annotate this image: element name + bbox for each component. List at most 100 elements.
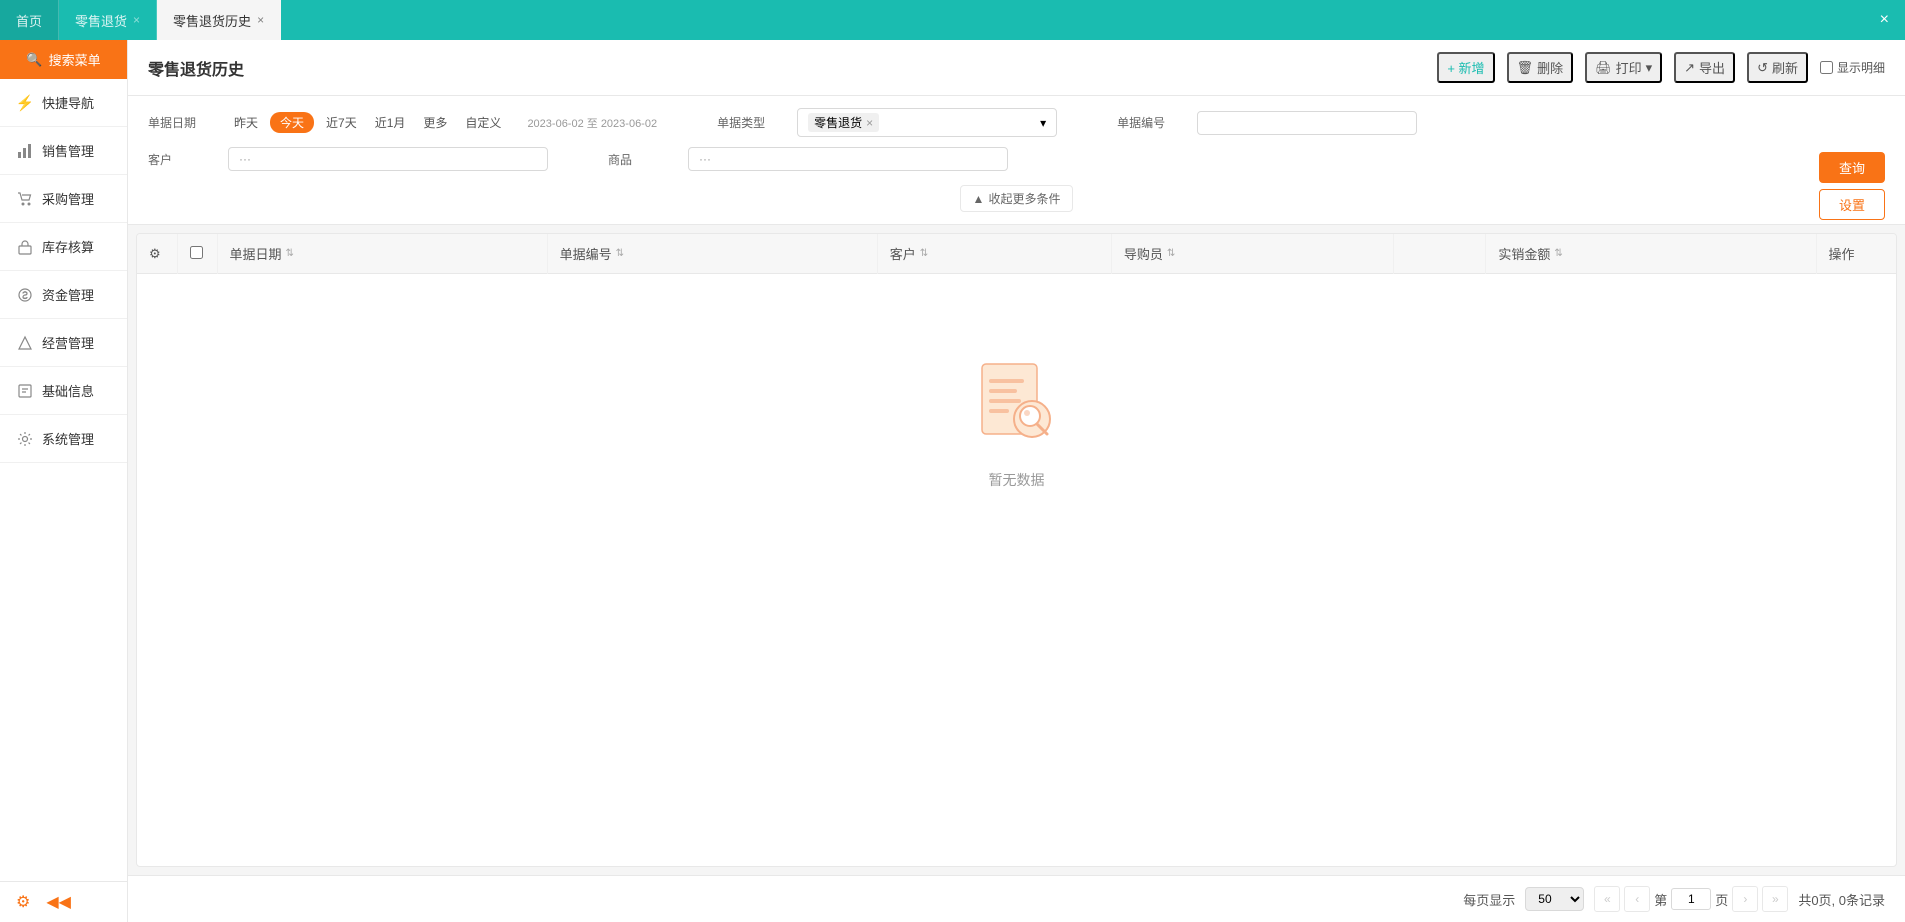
th-guide[interactable]: 导购员 ⇅ [1111,234,1393,274]
collapse-label: 收起更多条件 [988,190,1060,207]
sidebar-item-operation-label: 经营管理 [42,333,94,352]
th-date-label: 单据日期 [230,244,282,263]
display-detail-checkbox[interactable] [1820,61,1833,74]
export-icon: ↗ [1684,60,1695,76]
system-icon [16,430,34,448]
th-date[interactable]: 单据日期 ⇅ [217,234,547,274]
settings-button[interactable]: 设置 [1819,189,1885,220]
empty-state-icon [967,354,1067,454]
filter-row-2: 客户 ··· 商品 ··· [148,147,1885,171]
date-btn-more[interactable]: 更多 [417,112,453,133]
tab-list: 首页 零售退货 × 零售退货历史 × [0,0,1864,40]
search-icon: 🔍 [26,52,42,68]
filter-row-1: 单据日期 昨天 今天 近7天 近1月 更多 自定义 2023-06-02 至 2… [148,108,1885,137]
date-btn-yesterday[interactable]: 昨天 [228,112,264,133]
delete-button[interactable]: 🗑 删除 [1507,52,1574,83]
collapse-icon: ▲ [973,192,985,206]
settings-bottom-icon[interactable]: ⚙ [16,892,30,912]
th-customer[interactable]: 客户 ⇅ [877,234,1111,274]
sidebar-item-purchase[interactable]: 采购管理 [0,175,127,223]
voucher-filter-input[interactable] [1197,111,1417,135]
data-table: ⚙ 单据日期 ⇅ 单据编号 [137,234,1896,570]
next-page-button[interactable]: › [1732,886,1758,912]
collapse-conditions-button[interactable]: ▲ 收起更多条件 [960,185,1074,212]
sort-customer-icon: ⇅ [920,248,928,259]
window-close-button[interactable]: × [1864,11,1905,29]
th-checkbox[interactable] [177,234,217,274]
last-page-button[interactable]: » [1762,886,1788,912]
goods-dots: ··· [699,152,711,166]
sidebar-bottom: ⚙ ◀◀ [0,881,127,922]
delete-label: 删除 [1537,58,1563,77]
sidebar-item-quick-nav[interactable]: ⚡ 快捷导航 [0,79,127,127]
query-button[interactable]: 查询 [1819,152,1885,183]
display-detail-label: 显示明细 [1837,59,1885,76]
sidebar-item-operation[interactable]: 经营管理 [0,319,127,367]
th-number[interactable]: 单据编号 ⇅ [547,234,877,274]
customer-filter-select[interactable]: ··· [228,147,548,171]
th-spacer [1394,234,1486,274]
empty-state: 暂无数据 [137,274,1896,570]
sidebar-item-inventory[interactable]: 库存核算 [0,223,127,271]
th-customer-label: 客户 [890,244,916,263]
filter-area: 单据日期 昨天 今天 近7天 近1月 更多 自定义 2023-06-02 至 2… [128,96,1905,225]
prev-page-button[interactable]: ‹ [1624,886,1650,912]
tab-retail-return-history-close[interactable]: × [257,13,264,27]
customer-dots: ··· [239,152,251,166]
delete-icon: 🗑 [1517,60,1534,76]
th-settings[interactable]: ⚙ [137,234,177,274]
sort-amount[interactable]: 实销金额 ⇅ [1498,244,1803,263]
per-page-label: 每页显示 [1463,890,1515,909]
th-amount[interactable]: 实销金额 ⇅ [1486,234,1816,274]
tab-retail-return-history[interactable]: 零售退货历史 × [157,0,281,40]
date-btn-1month[interactable]: 近1月 [369,112,412,133]
tab-retail-return[interactable]: 零售退货 × [59,0,157,40]
date-btn-custom[interactable]: 自定义 [459,112,507,133]
sort-number[interactable]: 单据编号 ⇅ [560,244,865,263]
tab-retail-return-close[interactable]: × [133,13,140,27]
select-all-checkbox[interactable] [190,246,203,259]
sidebar-item-basic-info[interactable]: 基础信息 [0,367,127,415]
first-page-button[interactable]: « [1594,886,1620,912]
sort-date[interactable]: 单据日期 ⇅ [230,244,535,263]
tab-home[interactable]: 首页 [0,0,59,40]
date-btn-today[interactable]: 今天 [270,112,314,133]
display-detail-toggle[interactable]: 显示明细 [1820,59,1885,76]
goods-filter-select[interactable]: ··· [688,147,1008,171]
type-filter-select[interactable]: 零售退货 × ▾ [797,108,1057,137]
sales-icon [16,142,34,160]
sidebar-item-finance[interactable]: 资金管理 [0,271,127,319]
per-page-select[interactable]: 50 100 200 [1525,887,1584,911]
audio-bottom-icon[interactable]: ◀◀ [46,892,71,912]
sidebar-item-system[interactable]: 系统管理 [0,415,127,463]
sort-customer[interactable]: 客户 ⇅ [890,244,1099,263]
sidebar-item-sales[interactable]: 销售管理 [0,127,127,175]
date-btn-7days[interactable]: 近7天 [320,112,363,133]
sort-guide-icon: ⇅ [1167,248,1175,259]
refresh-label: 刷新 [1772,58,1798,77]
print-button[interactable]: 🖨 打印 ▾ [1585,52,1662,83]
content-area: 零售退货历史 + 新增 🗑 删除 🖨 打印 ▾ ↗ 导出 ↺ [128,40,1905,922]
sort-guide[interactable]: 导购员 ⇅ [1124,244,1381,263]
purchase-icon [16,190,34,208]
type-tag-remove[interactable]: × [866,116,873,130]
page-nav: « ‹ 第 页 › » [1594,886,1788,912]
toolbar: + 新增 🗑 删除 🖨 打印 ▾ ↗ 导出 ↺ 刷新 [1437,52,1885,83]
print-label: 打印 [1616,58,1642,77]
th-action: 操作 [1816,234,1896,274]
sidebar-search[interactable]: 🔍 搜索菜单 [0,40,127,79]
main-layout: 🔍 搜索菜单 ⚡ 快捷导航 销售管理 采购管理 库存核算 [0,40,1905,922]
sidebar: 🔍 搜索菜单 ⚡ 快捷导航 销售管理 采购管理 库存核算 [0,40,128,922]
refresh-button[interactable]: ↺ 刷新 [1747,52,1808,83]
sidebar-item-basic-info-label: 基础信息 [42,381,94,400]
empty-state-text: 暂无数据 [989,470,1045,490]
page-header: 零售退货历史 + 新增 🗑 删除 🖨 打印 ▾ ↗ 导出 ↺ [128,40,1905,96]
new-button[interactable]: + 新增 [1437,52,1494,83]
export-button[interactable]: ↗ 导出 [1674,52,1735,83]
print-icon: 🖨 [1595,60,1612,76]
table-body: 暂无数据 [137,274,1896,571]
th-number-label: 单据编号 [560,244,612,263]
column-settings-icon[interactable]: ⚙ [149,246,161,261]
page-number-input[interactable] [1671,888,1711,910]
date-shortcuts: 昨天 今天 近7天 近1月 更多 自定义 [228,112,507,133]
